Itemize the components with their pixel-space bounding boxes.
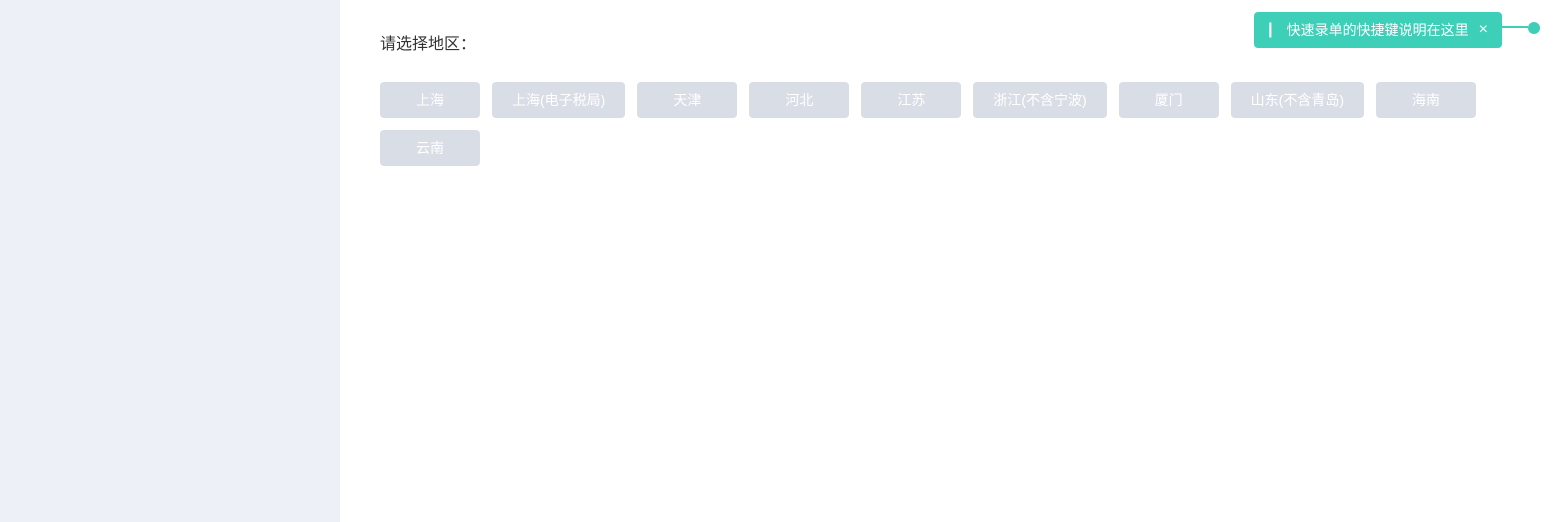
region-buttons-container: 上海上海(电子税局) 天津河北江苏浙江(不含宁波) 厦门山东(不含青岛) 海南云南 xyxy=(380,82,1522,166)
left-sidebar xyxy=(0,0,340,522)
region-button-4[interactable]: 江苏 xyxy=(861,82,961,118)
region-button-6[interactable]: 厦门 xyxy=(1119,82,1219,118)
region-button-3[interactable]: 河北 xyxy=(749,82,849,118)
tooltip-close-button[interactable]: × xyxy=(1479,22,1488,38)
main-content: 请选择地区： 上海上海(电子税局)天津河北江苏浙江(不含宁波)厦门山东(不含青岛… xyxy=(340,0,1562,522)
tooltip-text: 快速录单的快捷键说明在这里 xyxy=(1287,20,1469,40)
region-button-1[interactable]: 上海(电子税局) xyxy=(492,82,625,118)
region-button-2[interactable]: 天津 xyxy=(637,82,737,118)
region-button-5[interactable]: 浙江(不含宁波) xyxy=(973,82,1106,118)
region-button-0[interactable]: 上海 xyxy=(380,82,480,118)
tooltip-banner: 快速录单的快捷键说明在这里 × xyxy=(1254,12,1502,48)
region-button-8[interactable]: 海南 xyxy=(1376,82,1476,118)
region-button-7[interactable]: 山东(不含青岛) xyxy=(1231,82,1364,118)
tooltip-dot-indicator xyxy=(1528,22,1540,34)
region-button-9[interactable]: 云南 xyxy=(380,130,480,166)
tooltip-connector-line xyxy=(1498,26,1528,28)
